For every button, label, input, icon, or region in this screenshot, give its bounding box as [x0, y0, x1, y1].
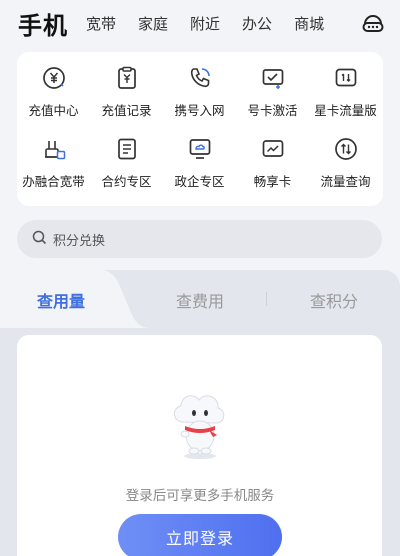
- recharge-record-icon: [113, 64, 141, 92]
- search-icon: [32, 230, 47, 249]
- search-bar[interactable]: 积分兑换: [17, 220, 382, 258]
- nav-tab-office[interactable]: 办公: [242, 13, 272, 34]
- service-label: 流量查询: [320, 174, 371, 189]
- service-star-card[interactable]: 星卡流量版: [309, 64, 382, 130]
- tab-usage[interactable]: 查用量: [37, 288, 85, 312]
- service-label: 携号入网: [174, 103, 225, 118]
- tab-points[interactable]: 查积分: [310, 288, 358, 312]
- service-contract[interactable]: 合约专区: [90, 135, 163, 201]
- nav-tab-broadband[interactable]: 宽带: [86, 13, 116, 34]
- tab-fees[interactable]: 查费用: [176, 288, 224, 312]
- service-label: 办融合宽带: [22, 174, 85, 189]
- service-label: 政企专区: [174, 174, 225, 189]
- service-label: 号卡激活: [247, 103, 298, 118]
- nav-tab-home[interactable]: 家庭: [138, 13, 168, 34]
- service-label: 星卡流量版: [314, 103, 377, 118]
- enjoy-card-icon: [259, 135, 287, 163]
- customer-service-icon[interactable]: [360, 10, 386, 36]
- recharge-icon: [40, 64, 68, 92]
- login-hint-text: 登录后可享更多手机服务: [125, 488, 275, 504]
- service-label: 畅享卡: [253, 174, 292, 189]
- star-card-icon: [332, 64, 360, 92]
- number-transfer-icon: [186, 64, 214, 92]
- nav-tab-nearby[interactable]: 附近: [190, 13, 220, 34]
- service-grid: 充值中心 充值记录 携号入网 号卡激活 星卡流量版 办融合宽带 合约专区 政企专…: [17, 52, 383, 206]
- nav-tab-mall[interactable]: 商城: [294, 13, 324, 34]
- search-placeholder: 积分兑换: [53, 233, 106, 249]
- service-enterprise[interactable]: 政企专区: [163, 135, 236, 201]
- tab-divider: [266, 292, 267, 306]
- contract-icon: [113, 135, 141, 163]
- service-label: 合约专区: [101, 174, 152, 189]
- nav-tab-phone[interactable]: 手机: [18, 6, 68, 41]
- service-enjoy-card[interactable]: 畅享卡: [236, 135, 309, 201]
- card-activate-icon: [259, 64, 287, 92]
- service-recharge-record[interactable]: 充值记录: [90, 64, 163, 130]
- broadband-icon: [40, 135, 68, 163]
- service-card-activate[interactable]: 号卡激活: [236, 64, 309, 130]
- cloud-mascot-icon: [174, 395, 225, 459]
- service-label: 充值中心: [28, 103, 79, 118]
- data-query-icon: [332, 135, 360, 163]
- top-nav: 手机 宽带 家庭 附近 办公 商城: [0, 0, 400, 46]
- service-label: 充值记录: [101, 103, 152, 118]
- login-button[interactable]: 立即登录: [118, 514, 282, 556]
- service-data-query[interactable]: 流量查询: [309, 135, 382, 201]
- service-broadband[interactable]: 办融合宽带: [17, 135, 90, 201]
- service-recharge-center[interactable]: 充值中心: [17, 64, 90, 130]
- service-number-transfer[interactable]: 携号入网: [163, 64, 236, 130]
- enterprise-icon: [186, 135, 214, 163]
